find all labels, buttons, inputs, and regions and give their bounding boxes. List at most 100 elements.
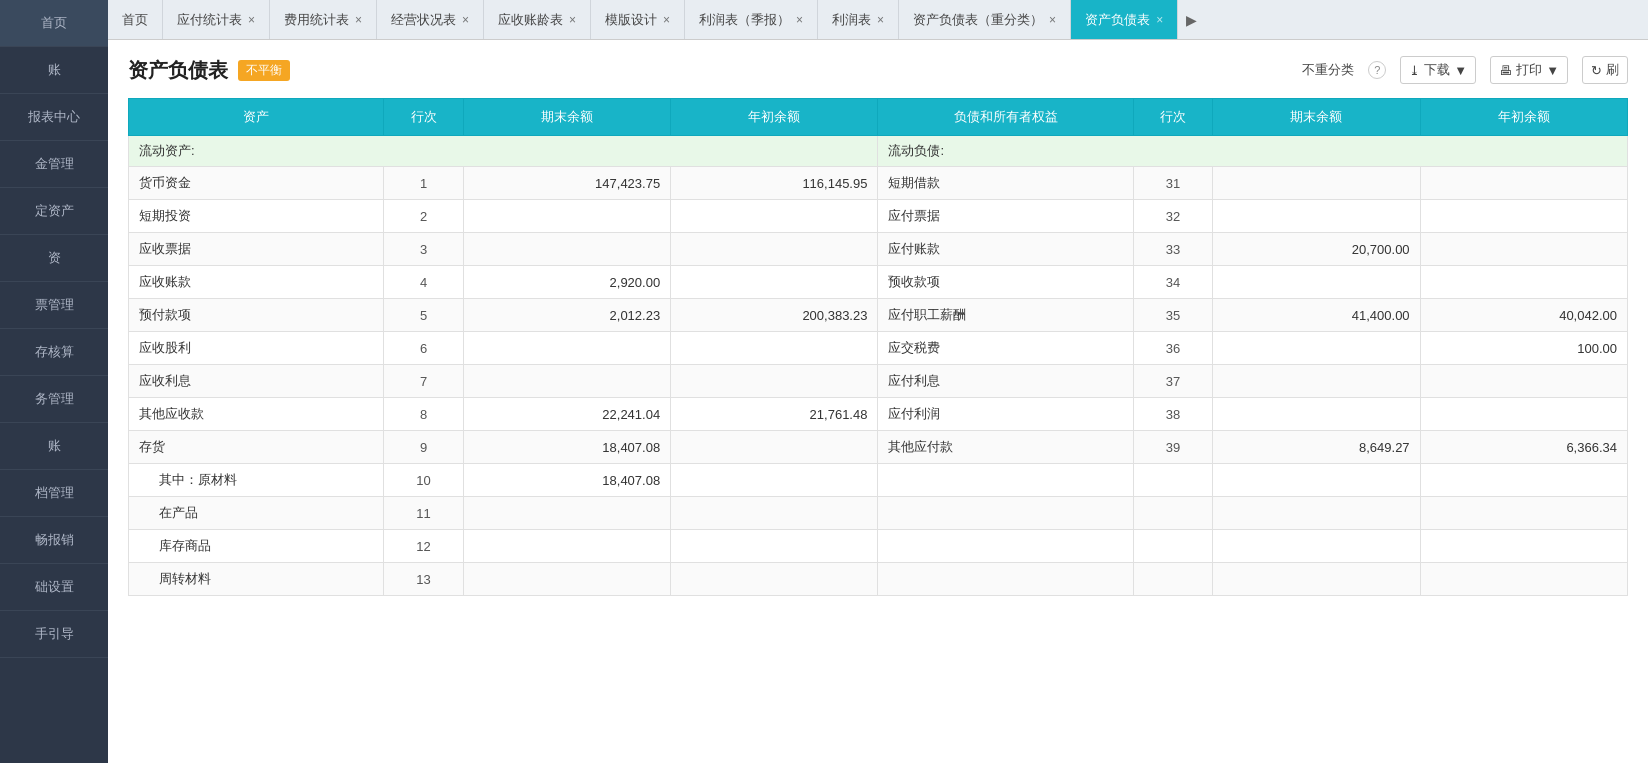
sidebar-item[interactable]: 务管理	[0, 376, 108, 423]
year-start2[interactable]: 40,042.00	[1420, 299, 1627, 332]
tab-close-icon[interactable]: ×	[796, 13, 803, 27]
end-balance2[interactable]	[1213, 530, 1420, 563]
download-button[interactable]: ⤓ 下载 ▼	[1400, 56, 1476, 84]
tab-close-icon[interactable]: ×	[1156, 13, 1163, 27]
year-start2[interactable]	[1420, 497, 1627, 530]
sidebar-item[interactable]: 资	[0, 235, 108, 282]
year-start[interactable]	[671, 530, 878, 563]
year-start2[interactable]	[1420, 266, 1627, 299]
year-start[interactable]: 200,383.23	[671, 299, 878, 332]
classify-label[interactable]: 不重分类	[1302, 61, 1354, 79]
tab-close-icon[interactable]: ×	[248, 13, 255, 27]
tab-close-icon[interactable]: ×	[462, 13, 469, 27]
year-start2[interactable]: 6,366.34	[1420, 431, 1627, 464]
sidebar-item[interactable]: 首页	[0, 0, 108, 47]
year-start[interactable]	[671, 464, 878, 497]
table-row[interactable]: 预付款项 5 2,012.23 200,383.23 应付职工薪酬 35 41,…	[129, 299, 1628, 332]
end-balance[interactable]: 147,423.75	[463, 167, 670, 200]
tab-item[interactable]: 应收账龄表×	[484, 0, 591, 40]
end-balance[interactable]: 18,407.08	[463, 431, 670, 464]
sidebar-item[interactable]: 定资产	[0, 188, 108, 235]
year-start2[interactable]	[1420, 167, 1627, 200]
sidebar-item[interactable]: 畅报销	[0, 517, 108, 564]
table-row[interactable]: 应收账款 4 2,920.00 预收款项 34	[129, 266, 1628, 299]
tab-close-icon[interactable]: ×	[569, 13, 576, 27]
table-row[interactable]: 应收利息 7 应付利息 37	[129, 365, 1628, 398]
table-row[interactable]: 周转材料 13	[129, 563, 1628, 596]
year-start[interactable]	[671, 431, 878, 464]
sidebar-item[interactable]: 存核算	[0, 329, 108, 376]
table-row[interactable]: 存货 9 18,407.08 其他应付款 39 8,649.27 6,366.3…	[129, 431, 1628, 464]
end-balance2[interactable]	[1213, 398, 1420, 431]
refresh-button[interactable]: ↻ 刷	[1582, 56, 1628, 84]
sidebar-item[interactable]: 报表中心	[0, 94, 108, 141]
year-start[interactable]	[671, 233, 878, 266]
year-start2[interactable]	[1420, 365, 1627, 398]
end-balance[interactable]	[463, 530, 670, 563]
tab-close-icon[interactable]: ×	[663, 13, 670, 27]
end-balance2[interactable]	[1213, 200, 1420, 233]
end-balance2[interactable]: 8,649.27	[1213, 431, 1420, 464]
tab-item[interactable]: 利润表×	[818, 0, 899, 40]
end-balance[interactable]	[463, 200, 670, 233]
year-start2[interactable]	[1420, 464, 1627, 497]
help-icon[interactable]: ?	[1368, 61, 1386, 79]
tab-item[interactable]: 应付统计表×	[163, 0, 270, 40]
end-balance[interactable]	[463, 233, 670, 266]
end-balance[interactable]	[463, 332, 670, 365]
end-balance2[interactable]	[1213, 563, 1420, 596]
table-row[interactable]: 短期投资 2 应付票据 32	[129, 200, 1628, 233]
end-balance[interactable]: 2,012.23	[463, 299, 670, 332]
end-balance2[interactable]: 41,400.00	[1213, 299, 1420, 332]
tab-item[interactable]: 资产负债表×	[1071, 0, 1178, 40]
tab-item[interactable]: 经营状况表×	[377, 0, 484, 40]
tab-close-icon[interactable]: ×	[877, 13, 884, 27]
end-balance[interactable]: 2,920.00	[463, 266, 670, 299]
tab-item[interactable]: 费用统计表×	[270, 0, 377, 40]
print-button[interactable]: 🖶 打印 ▼	[1490, 56, 1568, 84]
end-balance[interactable]	[463, 563, 670, 596]
year-start[interactable]	[671, 497, 878, 530]
tab-scroll-right[interactable]: ▶	[1178, 12, 1205, 28]
year-start[interactable]	[671, 563, 878, 596]
year-start2[interactable]: 100.00	[1420, 332, 1627, 365]
tab-item[interactable]: 利润表（季报）×	[685, 0, 818, 40]
sidebar-item[interactable]: 手引导	[0, 611, 108, 658]
tab-close-icon[interactable]: ×	[1049, 13, 1056, 27]
table-row[interactable]: 其他应收款 8 22,241.04 21,761.48 应付利润 38	[129, 398, 1628, 431]
year-start[interactable]	[671, 266, 878, 299]
sidebar-item[interactable]: 票管理	[0, 282, 108, 329]
end-balance2[interactable]	[1213, 497, 1420, 530]
sidebar-item[interactable]: 础设置	[0, 564, 108, 611]
tab-item[interactable]: 首页	[108, 0, 163, 40]
end-balance[interactable]: 22,241.04	[463, 398, 670, 431]
end-balance2[interactable]	[1213, 167, 1420, 200]
tab-close-icon[interactable]: ×	[355, 13, 362, 27]
end-balance2[interactable]: 20,700.00	[1213, 233, 1420, 266]
year-start[interactable]: 116,145.95	[671, 167, 878, 200]
year-start2[interactable]	[1420, 398, 1627, 431]
end-balance[interactable]	[463, 497, 670, 530]
table-row[interactable]: 应收股利 6 应交税费 36 100.00	[129, 332, 1628, 365]
tab-item[interactable]: 资产负债表（重分类）×	[899, 0, 1071, 40]
year-start[interactable]	[671, 332, 878, 365]
tab-item[interactable]: 模版设计×	[591, 0, 685, 40]
year-start2[interactable]	[1420, 200, 1627, 233]
end-balance2[interactable]	[1213, 266, 1420, 299]
end-balance2[interactable]	[1213, 464, 1420, 497]
table-row[interactable]: 在产品 11	[129, 497, 1628, 530]
sidebar-item[interactable]: 金管理	[0, 141, 108, 188]
year-start[interactable]: 21,761.48	[671, 398, 878, 431]
year-start2[interactable]	[1420, 563, 1627, 596]
end-balance2[interactable]	[1213, 365, 1420, 398]
table-row[interactable]: 应收票据 3 应付账款 33 20,700.00	[129, 233, 1628, 266]
year-start[interactable]	[671, 365, 878, 398]
table-row[interactable]: 库存商品 12	[129, 530, 1628, 563]
end-balance[interactable]: 18,407.08	[463, 464, 670, 497]
sidebar-item[interactable]: 账	[0, 423, 108, 470]
table-row[interactable]: 货币资金 1 147,423.75 116,145.95 短期借款 31	[129, 167, 1628, 200]
year-start2[interactable]	[1420, 530, 1627, 563]
end-balance[interactable]	[463, 365, 670, 398]
sidebar-item[interactable]: 账	[0, 47, 108, 94]
year-start[interactable]	[671, 200, 878, 233]
